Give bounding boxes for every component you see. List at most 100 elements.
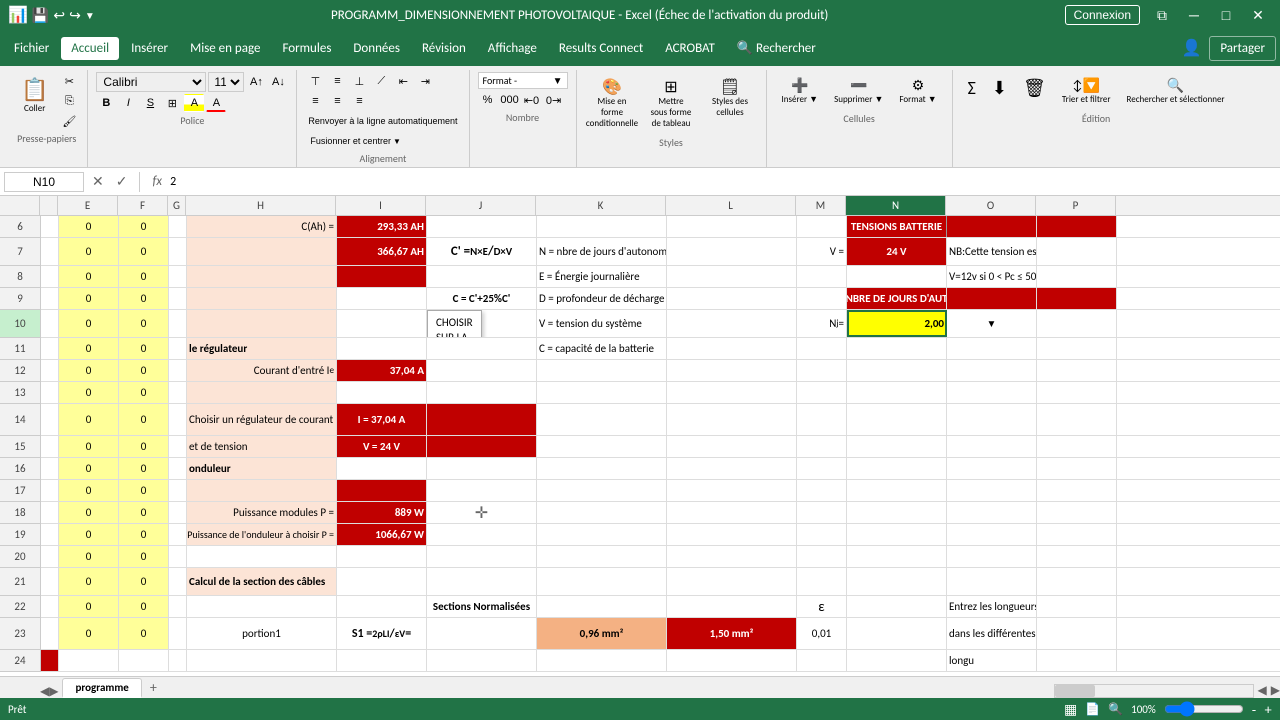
cell-I9[interactable] [337, 288, 427, 309]
wrap-text-btn[interactable]: Renvoyer à la ligne automatiquement [305, 112, 460, 130]
cell-E8[interactable]: 0 [59, 266, 119, 287]
font-color-btn[interactable]: A [206, 94, 226, 112]
coller-btn[interactable]: 📋 Coller [14, 72, 55, 119]
h-scrollbar-thumb[interactable] [1055, 685, 1095, 697]
cell-I13[interactable] [337, 382, 427, 403]
zoom-out-btn[interactable]: - [1252, 702, 1256, 717]
redo-icon[interactable]: ↪ [69, 7, 81, 24]
col-header-M[interactable]: M [796, 196, 846, 215]
cell-E11[interactable]: 0 [59, 338, 119, 359]
cell-K13[interactable] [537, 382, 667, 403]
cell-H6[interactable]: C(Ah) = [187, 216, 337, 237]
cell-P24[interactable] [1037, 650, 1117, 671]
cell-F10[interactable]: 0 [119, 310, 169, 337]
cell-P10[interactable] [1037, 310, 1117, 337]
cell-M20[interactable] [797, 546, 847, 567]
col-header-L[interactable]: L [666, 196, 796, 215]
cell-J8[interactable] [427, 266, 537, 287]
cell-M24[interactable] [797, 650, 847, 671]
decrease-font-btn[interactable]: A↓ [268, 73, 288, 91]
cell-row11-extra[interactable] [41, 338, 59, 359]
cell-L15[interactable] [667, 436, 797, 457]
confirm-formula-btn[interactable]: ✓ [112, 173, 132, 190]
col-header-G[interactable]: G [168, 196, 186, 215]
cell-M6[interactable] [797, 216, 847, 237]
cell-O12[interactable] [947, 360, 1037, 381]
cell-K19[interactable] [537, 524, 667, 545]
cell-O17[interactable] [947, 480, 1037, 501]
cell-J16[interactable] [427, 458, 537, 479]
cell-P12[interactable] [1037, 360, 1117, 381]
row-header-10[interactable]: 10 [0, 310, 40, 338]
cell-F9[interactable]: 0 [119, 288, 169, 309]
cell-K7[interactable]: N = nbre de jours d'autonomie [537, 238, 667, 265]
col-header-F[interactable]: F [118, 196, 168, 215]
cell-F23[interactable]: 0 [119, 618, 169, 649]
cell-J24[interactable] [427, 650, 537, 671]
cell-row9-extra[interactable] [41, 288, 59, 309]
cell-I11[interactable] [337, 338, 427, 359]
cell-K17[interactable] [537, 480, 667, 501]
row-header-8[interactable]: 8 [0, 266, 40, 288]
number-format-dropdown[interactable]: Format -▼ [478, 72, 568, 89]
cell-J20[interactable] [427, 546, 537, 567]
cell-K11[interactable]: C = capacité de la batterie [537, 338, 667, 359]
cell-H8[interactable] [187, 266, 337, 287]
cell-N12[interactable] [847, 360, 947, 381]
row-header-18[interactable]: 18 [0, 502, 40, 524]
cell-G21[interactable] [169, 568, 187, 595]
cell-K12[interactable] [537, 360, 667, 381]
clear-btn[interactable]: 🗑 [1016, 72, 1053, 110]
menu-results-connect[interactable]: Results Connect [549, 37, 653, 60]
cell-N15[interactable] [847, 436, 947, 457]
cell-F18[interactable]: 0 [119, 502, 169, 523]
cell-E16[interactable]: 0 [59, 458, 119, 479]
cell-H14[interactable]: Choisir un régulateur de courant d'entré [187, 404, 337, 435]
col-header-N[interactable]: N [846, 196, 946, 215]
cell-M9[interactable] [797, 288, 847, 309]
align-middle-btn[interactable]: ≡ [327, 72, 347, 90]
cell-L17[interactable] [667, 480, 797, 501]
scroll-left-btn[interactable]: ◀ [1258, 683, 1267, 698]
copier-btn[interactable]: ⎘ [59, 92, 79, 110]
cell-J13[interactable] [427, 382, 537, 403]
cell-I17[interactable] [337, 480, 427, 501]
cell-E19[interactable]: 0 [59, 524, 119, 545]
sort-filter-btn[interactable]: ↕🔽 Trier et filtrer [1055, 72, 1118, 110]
cell-J19[interactable] [427, 524, 537, 545]
cell-H24[interactable] [187, 650, 337, 671]
cell-O9[interactable] [947, 288, 1037, 309]
cell-N22[interactable] [847, 596, 947, 617]
cell-P20[interactable] [1037, 546, 1117, 567]
cell-J21[interactable] [427, 568, 537, 595]
cell-P22[interactable] [1037, 596, 1117, 617]
cell-P18[interactable] [1037, 502, 1117, 523]
format-btn[interactable]: ⚙ Format ▼ [892, 72, 943, 110]
cell-F17[interactable]: 0 [119, 480, 169, 501]
cell-E22[interactable]: 0 [59, 596, 119, 617]
cell-I18[interactable]: 889 W [337, 502, 427, 523]
cell-G12[interactable] [169, 360, 187, 381]
insert-btn[interactable]: ➕ Insérer ▼ [775, 72, 826, 110]
cell-L7[interactable] [667, 238, 797, 265]
cell-J6[interactable] [427, 216, 537, 237]
cell-O7[interactable]: NB:Cette tension est fonct [947, 238, 1037, 265]
maximize-btn[interactable]: □ [1212, 5, 1240, 25]
cell-G8[interactable] [169, 266, 187, 287]
cell-I19[interactable]: 1066,67 W [337, 524, 427, 545]
cell-J11[interactable] [427, 338, 537, 359]
conditional-format-btn[interactable]: 🎨 Mise en forme conditionnelle [585, 72, 640, 134]
close-btn[interactable]: ✕ [1244, 5, 1272, 25]
comma-btn[interactable]: 000 [500, 91, 520, 109]
cell-N9[interactable]: CHOISIR NBRE DE JOURS D'AUTONOMIE [847, 288, 947, 309]
restore-down-btn[interactable]: ⧉ [1148, 5, 1176, 25]
cell-F11[interactable]: 0 [119, 338, 169, 359]
cell-M11[interactable] [797, 338, 847, 359]
cell-F6[interactable]: 0 [119, 216, 169, 237]
cell-E6[interactable]: 0 [59, 216, 119, 237]
menu-mise-en-page[interactable]: Mise en page [180, 37, 270, 60]
cell-H11[interactable]: le régulateur [187, 338, 337, 359]
undo-icon[interactable]: ↩ [53, 7, 65, 24]
cell-I23[interactable]: S1 = 2ρLI/εV = [337, 618, 427, 649]
cell-reference-box[interactable] [4, 172, 84, 192]
